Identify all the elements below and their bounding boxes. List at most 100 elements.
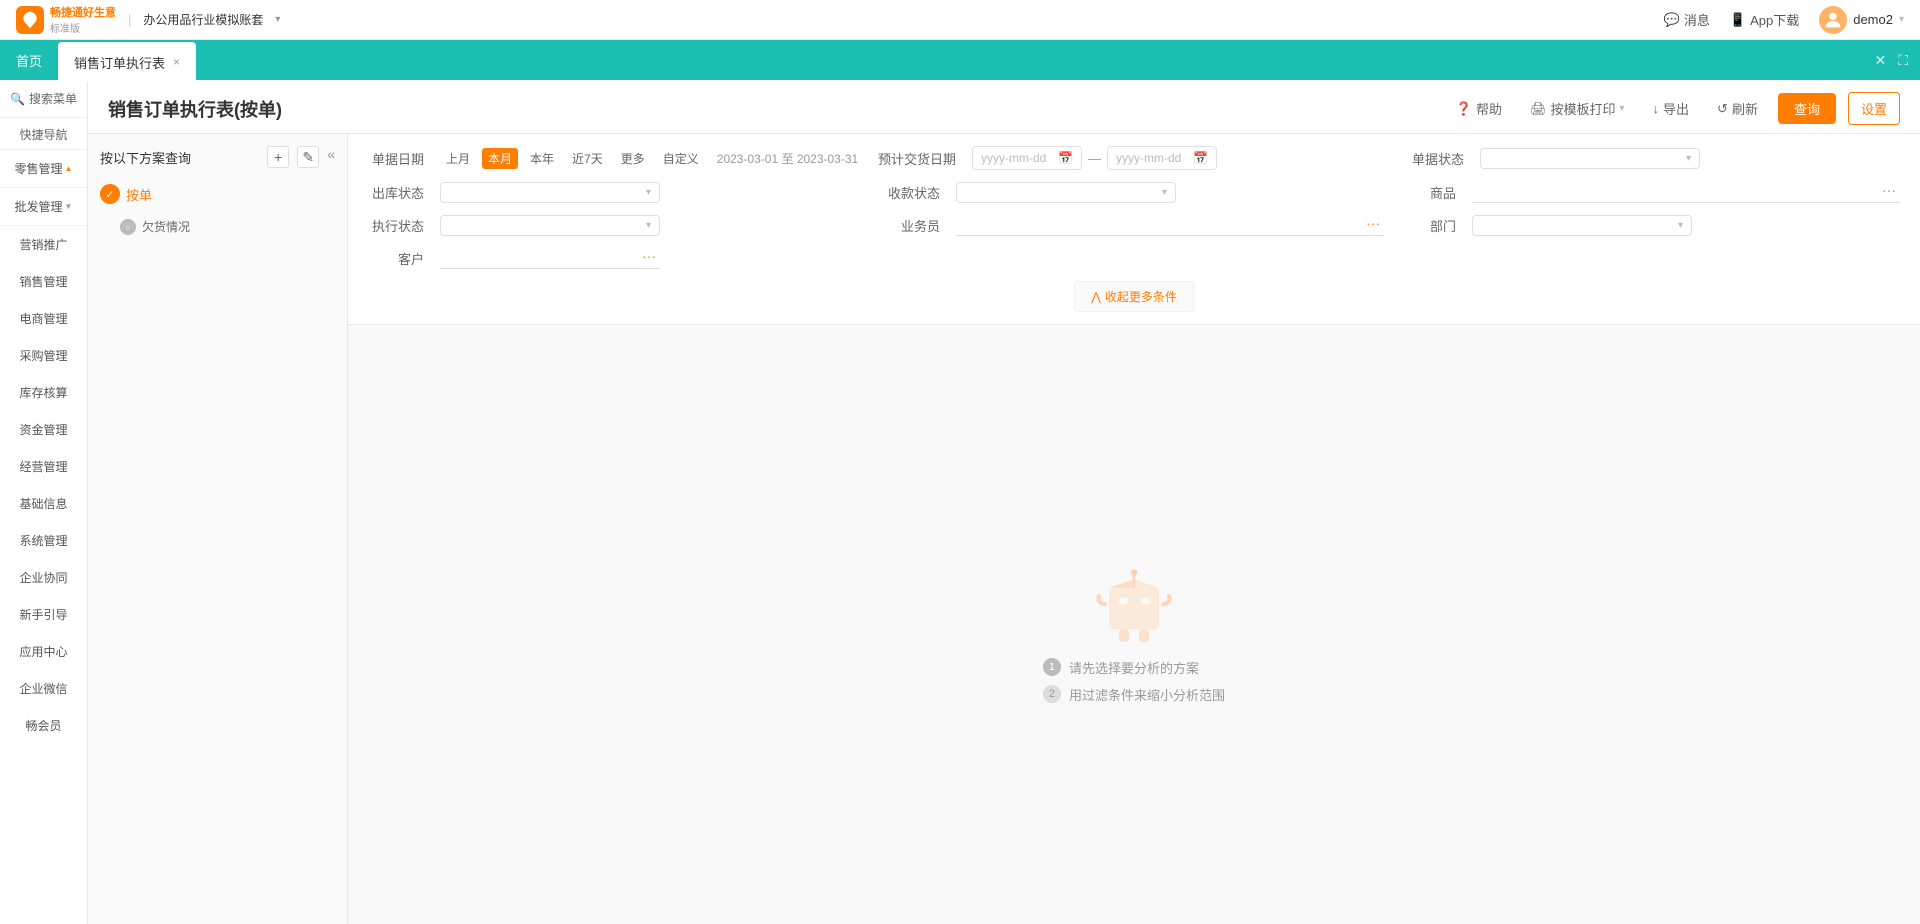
user-area[interactable]: demo2 ▾ bbox=[1819, 6, 1904, 34]
filter-row-1: 单据日期 上月 本月 本年 近7天 更多 自定义 2023-03-01 至 20… bbox=[368, 146, 1900, 170]
goods-control: ··· bbox=[1472, 182, 1900, 203]
print-btn[interactable]: 🖨 按模板打印 ▾ bbox=[1522, 95, 1633, 122]
dept-arrow: ▾ bbox=[1678, 220, 1683, 231]
top-bar: 畅捷通好生意 标准版 | 办公用品行业模拟账套 ▾ 💬 消息 📱 App下载 d… bbox=[0, 0, 1920, 40]
date-tab-last-month[interactable]: 上月 bbox=[440, 148, 476, 169]
sidebar-item-member[interactable]: 畅会员 bbox=[0, 707, 87, 744]
window-controls: ✕ ⛶ bbox=[1874, 52, 1920, 69]
goods-label: 商品 bbox=[1400, 183, 1456, 202]
help-btn[interactable]: ❓ 帮助 bbox=[1448, 95, 1510, 122]
print-icon: 🖨 bbox=[1530, 101, 1547, 117]
dept-select[interactable]: ▾ bbox=[1472, 215, 1692, 236]
settings-btn[interactable]: 设置 bbox=[1848, 92, 1900, 125]
goods-input[interactable]: ··· bbox=[1472, 182, 1900, 203]
message-btn[interactable]: 💬 消息 bbox=[1664, 10, 1710, 29]
date-tab-this-month[interactable]: 本月 bbox=[482, 148, 518, 169]
tab-sales-order[interactable]: 销售订单执行表 × bbox=[58, 42, 196, 82]
sub-item-欠货情况[interactable]: ○ 欠货情况 bbox=[88, 212, 347, 241]
sidebar-section-wholesale: 批发管理 ▼ bbox=[0, 188, 87, 226]
date-tabs: 上月 本月 本年 近7天 更多 自定义 bbox=[440, 148, 705, 169]
date-tab-more[interactable]: 更多 bbox=[615, 148, 651, 169]
logo-svg bbox=[20, 10, 40, 30]
sidebar-item-corp-wechat[interactable]: 企业微信 bbox=[0, 670, 87, 707]
export-btn[interactable]: ↓ 导出 bbox=[1645, 95, 1698, 122]
add-scheme-btn[interactable]: + bbox=[267, 146, 289, 168]
step1-label: 请先选择要分析的方案 bbox=[1069, 658, 1199, 677]
status-label: 单据状态 bbox=[1408, 149, 1464, 168]
right-content: 单据日期 上月 本月 本年 近7天 更多 自定义 2023-03-01 至 20… bbox=[348, 134, 1920, 924]
wholesale-expand-icon: ▼ bbox=[65, 202, 73, 211]
goods-more-btn[interactable]: ··· bbox=[1878, 182, 1900, 198]
avatar-icon bbox=[1822, 9, 1844, 31]
step-num-1: 1 bbox=[1043, 658, 1061, 676]
expected-date-to[interactable]: yyyy-mm-dd 📅 bbox=[1107, 146, 1217, 170]
status-control: ▾ bbox=[1480, 148, 1900, 169]
customer-input[interactable]: ··· bbox=[440, 248, 660, 269]
salesman-more-btn[interactable]: ··· bbox=[1362, 215, 1384, 231]
empty-illustration bbox=[1084, 546, 1184, 646]
collapse-more-btn[interactable]: ⋀ 收起更多条件 bbox=[1074, 281, 1194, 312]
logo-icon bbox=[16, 6, 44, 34]
app-download-btn[interactable]: 📱 App下载 bbox=[1730, 10, 1799, 29]
empty-step-2: 2 用过滤条件来缩小分析范围 bbox=[1043, 685, 1225, 704]
scheme-item-按单[interactable]: ✓ 按单 bbox=[88, 176, 347, 212]
calendar-icon-from: 📅 bbox=[1058, 151, 1073, 165]
sidebar-item-sales[interactable]: 销售管理 bbox=[0, 263, 87, 300]
sidebar-item-system[interactable]: 系统管理 bbox=[0, 522, 87, 559]
step2-label: 用过滤条件来缩小分析范围 bbox=[1069, 685, 1225, 704]
date-tab-custom[interactable]: 自定义 bbox=[657, 148, 705, 169]
empty-state: 1 请先选择要分析的方案 2 用过滤条件来缩小分析范围 bbox=[1043, 546, 1225, 704]
receipt-status-select[interactable]: ▾ bbox=[956, 182, 1176, 203]
logo-text-area: 畅捷通好生意 标准版 bbox=[50, 4, 116, 35]
sidebar-item-marketing[interactable]: 营销推广 bbox=[0, 226, 87, 263]
sidebar-item-corp[interactable]: 企业协同 bbox=[0, 559, 87, 596]
query-btn[interactable]: 查询 bbox=[1778, 93, 1836, 124]
edit-scheme-btn[interactable]: ✎ bbox=[297, 146, 319, 168]
customer-more-btn[interactable]: ··· bbox=[638, 248, 660, 264]
exec-status-select[interactable]: ▾ bbox=[440, 215, 660, 236]
win-max-btn[interactable]: ⛶ bbox=[1898, 52, 1908, 69]
sidebar-item-app-center[interactable]: 应用中心 bbox=[0, 633, 87, 670]
app-dropdown-arrow[interactable]: ▾ bbox=[275, 14, 280, 25]
date-tab-7days[interactable]: 近7天 bbox=[566, 148, 609, 169]
salesman-input[interactable]: ··· bbox=[956, 215, 1384, 236]
tab-home[interactable]: 首页 bbox=[0, 40, 58, 80]
collapse-panel-btn[interactable]: « bbox=[327, 146, 335, 168]
status-select[interactable]: ▾ bbox=[1480, 148, 1700, 169]
out-status-control: ▾ bbox=[440, 182, 868, 203]
inner-layout: 按以下方案查询 + ✎ « ✓ 按单 ○ 欠货情况 bbox=[88, 134, 1920, 924]
print-dropdown-icon: ▾ bbox=[1620, 103, 1625, 114]
receipt-status-control: ▾ bbox=[956, 182, 1384, 203]
expected-date-from[interactable]: yyyy-mm-dd 📅 bbox=[972, 146, 1082, 170]
tab-sales-order-label: 销售订单执行表 bbox=[74, 53, 165, 72]
refresh-btn[interactable]: ↺ 刷新 bbox=[1709, 95, 1766, 122]
sidebar-nav-label[interactable]: 快捷导航 bbox=[0, 118, 87, 150]
search-menu-label[interactable]: 🔍 搜索菜单 bbox=[8, 90, 79, 107]
out-status-label: 出库状态 bbox=[368, 183, 424, 202]
download-icon: 📱 bbox=[1730, 12, 1746, 28]
sidebar-item-wholesale[interactable]: 批发管理 ▼ bbox=[0, 188, 87, 225]
sidebar-item-finance[interactable]: 资金管理 bbox=[0, 411, 87, 448]
user-name: demo2 bbox=[1853, 12, 1893, 27]
logo-sub: 标准版 bbox=[50, 20, 116, 35]
win-close-btn[interactable]: ✕ bbox=[1874, 52, 1886, 69]
tab-close-btn[interactable]: × bbox=[173, 55, 180, 69]
sidebar-search[interactable]: 🔍 搜索菜单 bbox=[0, 80, 87, 118]
empty-step-1: 1 请先选择要分析的方案 bbox=[1043, 658, 1225, 677]
receipt-status-arrow: ▾ bbox=[1162, 187, 1167, 198]
date-tab-this-year[interactable]: 本年 bbox=[524, 148, 560, 169]
sidebar-item-newbie[interactable]: 新手引导 bbox=[0, 596, 87, 633]
help-icon: ❓ bbox=[1456, 101, 1472, 117]
avatar bbox=[1819, 6, 1847, 34]
sidebar-item-purchase[interactable]: 采购管理 bbox=[0, 337, 87, 374]
sidebar-item-basic[interactable]: 基础信息 bbox=[0, 485, 87, 522]
empty-steps: 1 请先选择要分析的方案 2 用过滤条件来缩小分析范围 bbox=[1043, 658, 1225, 704]
sidebar-item-inventory[interactable]: 库存核算 bbox=[0, 374, 87, 411]
scheme-label: 按单 bbox=[126, 185, 152, 204]
sidebar-item-operation[interactable]: 经营管理 bbox=[0, 448, 87, 485]
refresh-icon: ↺ bbox=[1717, 101, 1728, 117]
out-status-select[interactable]: ▾ bbox=[440, 182, 660, 203]
sidebar-item-ecommerce[interactable]: 电商管理 bbox=[0, 300, 87, 337]
message-label: 消息 bbox=[1684, 10, 1710, 29]
sidebar-item-retail[interactable]: 零售管理 ▲ bbox=[0, 150, 87, 187]
